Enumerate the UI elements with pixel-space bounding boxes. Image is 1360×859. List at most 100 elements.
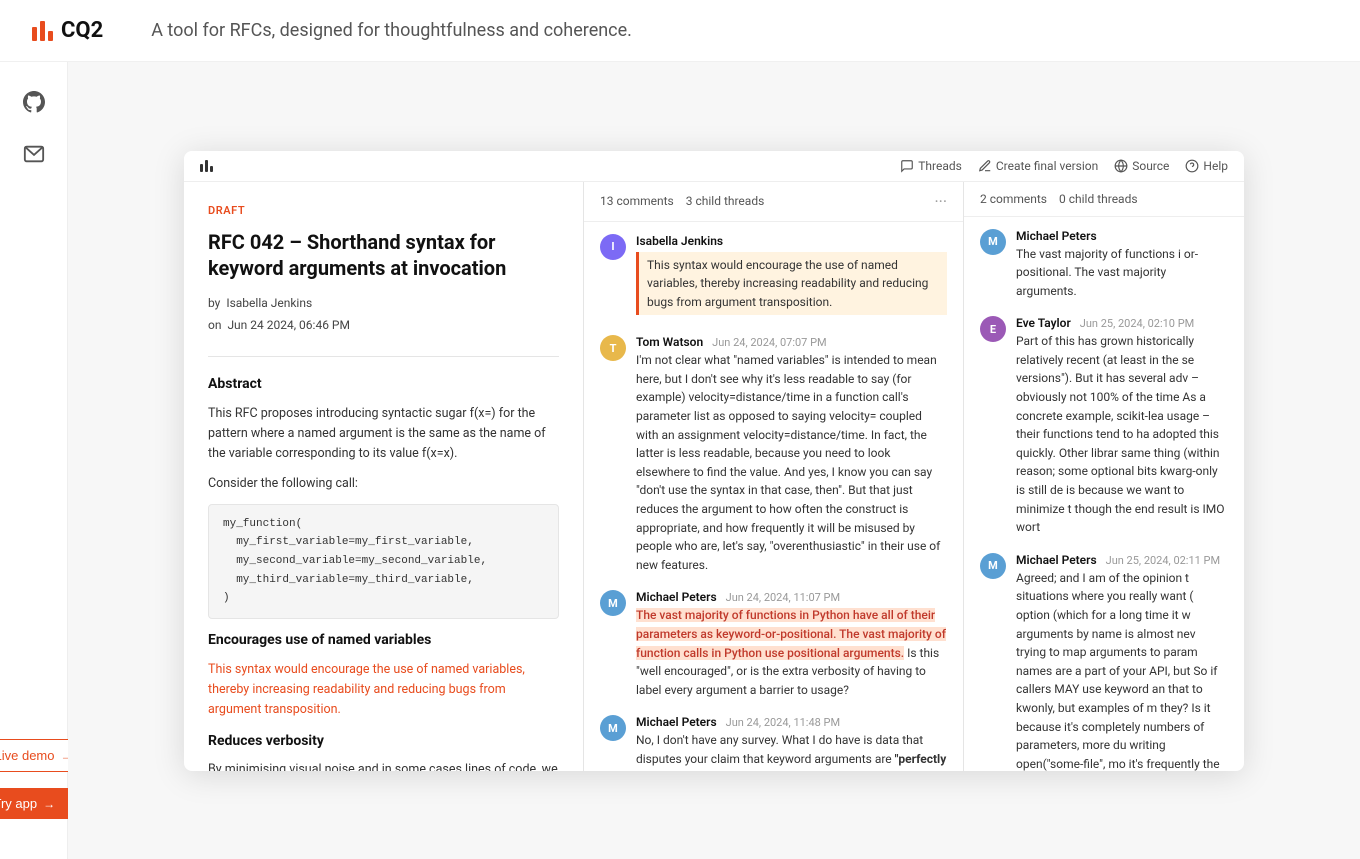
main-layout: Live demo → Try app → (0, 62, 1360, 859)
logo[interactable]: CQ2 (32, 18, 103, 43)
comment-2-date: Jun 24, 2024, 07:07 PM (712, 336, 826, 349)
comment-3: M Michael Peters Jun 24, 2024, 11:07 PM … (600, 590, 947, 699)
logo-bar-1 (32, 27, 37, 41)
section1-link-text[interactable]: This syntax would encourage the use of n… (208, 662, 525, 717)
create-final-version-icon (978, 159, 992, 173)
thread2-stats: 2 comments 0 child threads (980, 192, 1228, 206)
t2-comment-2-text: Part of this has grown historically rela… (1016, 332, 1228, 537)
t2-comment-3-text: Agreed; and I am of the opinion t situat… (1016, 569, 1228, 771)
t2-comment-1: M Michael Peters The vast majority of fu… (980, 229, 1228, 301)
thread2-header: 2 comments 0 child threads (964, 182, 1244, 217)
comment-4-text: No, I don't have any survey. What I do h… (636, 731, 947, 770)
avatar-michael-2: M (600, 715, 626, 741)
thread2-child-threads: 0 child threads (1059, 192, 1138, 206)
thread-pane-1: 13 comments 3 child threads ··· I Isabel… (584, 182, 964, 771)
comment-4: M Michael Peters Jun 24, 2024, 11:48 PM … (600, 715, 947, 770)
code-block: my_function( my_first_variable=my_first_… (208, 504, 559, 619)
logo-bar-3 (48, 31, 53, 41)
consider-text: Consider the following call: (208, 474, 559, 494)
comment-4-date: Jun 24, 2024, 11:48 PM (726, 716, 840, 729)
rfc-meta: by Isabella Jenkins on Jun 24 2024, 06:4… (208, 293, 559, 336)
source-label: Source (1132, 159, 1169, 173)
section2-title: Reduces verbosity (208, 730, 559, 752)
comment-3-author: Michael Peters Jun 24, 2024, 11:07 PM (636, 590, 947, 604)
t2-comment-3-date: Jun 25, 2024, 02:11 PM (1106, 554, 1220, 567)
t2-comment-2: E Eve Taylor Jun 25, 2024, 02:10 PM Part… (980, 316, 1228, 537)
comment-1-body: Isabella Jenkins This syntax would encou… (636, 234, 947, 320)
app-mockup: Threads Create final version (184, 151, 1244, 771)
comment-1-author: Isabella Jenkins (636, 234, 947, 248)
mail-icon[interactable] (18, 138, 50, 170)
section2-text: By minimising visual noise and in some c… (208, 760, 559, 771)
t2-comment-2-date: Jun 25, 2024, 02:10 PM (1080, 317, 1194, 330)
author-label: by (208, 296, 220, 310)
thread1-comments: I Isabella Jenkins This syntax would enc… (584, 222, 963, 771)
t2-comment-1-text: The vast majority of functions i or-posi… (1016, 245, 1228, 301)
thread2-comments-count: 2 comments (980, 192, 1047, 206)
create-final-version-label: Create final version (996, 159, 1098, 173)
t2-comment-3-body: Michael Peters Jun 25, 2024, 02:11 PM Ag… (1016, 553, 1228, 771)
threads-action[interactable]: Threads (900, 159, 962, 173)
comment-2-text: I'm not clear what "named variables" is … (636, 351, 947, 574)
help-action[interactable]: Help (1185, 159, 1228, 173)
help-label: Help (1203, 159, 1228, 173)
avatar-isabella: I (600, 234, 626, 260)
t2-comment-2-author: Eve Taylor Jun 25, 2024, 02:10 PM (1016, 316, 1228, 330)
date-label: on (208, 318, 221, 332)
sidebar-icons (18, 86, 50, 739)
source-icon (1114, 159, 1128, 173)
avatar-michael-1: M (600, 590, 626, 616)
abstract-title: Abstract (208, 373, 559, 395)
comment-3-body: Michael Peters Jun 24, 2024, 11:07 PM Th… (636, 590, 947, 699)
try-app-arrow-icon: → (43, 797, 55, 811)
app-topbar-actions: Threads Create final version (900, 159, 1228, 173)
comment-3-date: Jun 24, 2024, 11:07 PM (726, 591, 840, 604)
rfc-divider (208, 356, 559, 357)
t2-comment-3: M Michael Peters Jun 25, 2024, 02:11 PM … (980, 553, 1228, 771)
avatar-tom: T (600, 335, 626, 361)
comment-1-text: This syntax would encourage the use of n… (636, 252, 947, 316)
date-value: Jun 24 2024, 06:46 PM (227, 318, 350, 332)
sidebar: Live demo → Try app → (0, 62, 68, 859)
abstract-text: This RFC proposes introducing syntactic … (208, 404, 559, 464)
thread-pane-2: 2 comments 0 child threads M Michael Pet… (964, 182, 1244, 771)
thread1-stats: 13 comments 3 child threads (600, 194, 934, 208)
app-logo-icon (200, 160, 213, 172)
github-icon[interactable] (18, 86, 50, 118)
rfc-pane: DRAFT RFC 042 – Shorthand syntax for key… (184, 182, 584, 771)
thread1-more-icon[interactable]: ··· (934, 192, 947, 211)
comment-2-author: Tom Watson Jun 24, 2024, 07:07 PM (636, 335, 947, 349)
source-action[interactable]: Source (1114, 159, 1169, 173)
logo-icon (32, 21, 53, 41)
content-area: Threads Create final version (68, 62, 1360, 859)
rfc-draft-badge: DRAFT (208, 202, 559, 220)
t2-avatar-michael: M (980, 229, 1006, 255)
comment-4-body: Michael Peters Jun 24, 2024, 11:48 PM No… (636, 715, 947, 770)
t2-avatar-michael-2: M (980, 553, 1006, 579)
t2-avatar-eve: E (980, 316, 1006, 342)
t2-comment-1-body: Michael Peters The vast majority of func… (1016, 229, 1228, 301)
t2-comment-3-author: Michael Peters Jun 25, 2024, 02:11 PM (1016, 553, 1228, 567)
thread2-comments: M Michael Peters The vast majority of fu… (964, 217, 1244, 771)
threads-label: Threads (918, 159, 962, 173)
threads-icon (900, 159, 914, 173)
create-final-version-action[interactable]: Create final version (978, 159, 1098, 173)
t2-comment-2-body: Eve Taylor Jun 25, 2024, 02:10 PM Part o… (1016, 316, 1228, 537)
comment-2-body: Tom Watson Jun 24, 2024, 07:07 PM I'm no… (636, 335, 947, 574)
comment-2: T Tom Watson Jun 24, 2024, 07:07 PM I'm … (600, 335, 947, 574)
section1-text: This syntax would encourage the use of n… (208, 660, 559, 720)
thread1-comments-count: 13 comments (600, 194, 674, 208)
comment-4-author: Michael Peters Jun 24, 2024, 11:48 PM (636, 715, 947, 729)
comment-3-text: The vast majority of functions in Python… (636, 606, 947, 699)
logo-text: CQ2 (61, 18, 103, 43)
author-name: Isabella Jenkins (226, 296, 312, 310)
comment-3-highlight-text: The vast majority of functions in Python… (636, 608, 946, 659)
app-body: DRAFT RFC 042 – Shorthand syntax for key… (184, 182, 1244, 771)
tagline: A tool for RFCs, designed for thoughtful… (151, 20, 632, 41)
help-icon (1185, 159, 1199, 173)
section1-title: Encourages use of named variables (208, 629, 559, 651)
comment-1: I Isabella Jenkins This syntax would enc… (600, 234, 947, 320)
t2-comment-1-author: Michael Peters (1016, 229, 1228, 243)
thread1-child-threads: 3 child threads (686, 194, 765, 208)
rfc-title: RFC 042 – Shorthand syntax for keyword a… (208, 229, 559, 281)
